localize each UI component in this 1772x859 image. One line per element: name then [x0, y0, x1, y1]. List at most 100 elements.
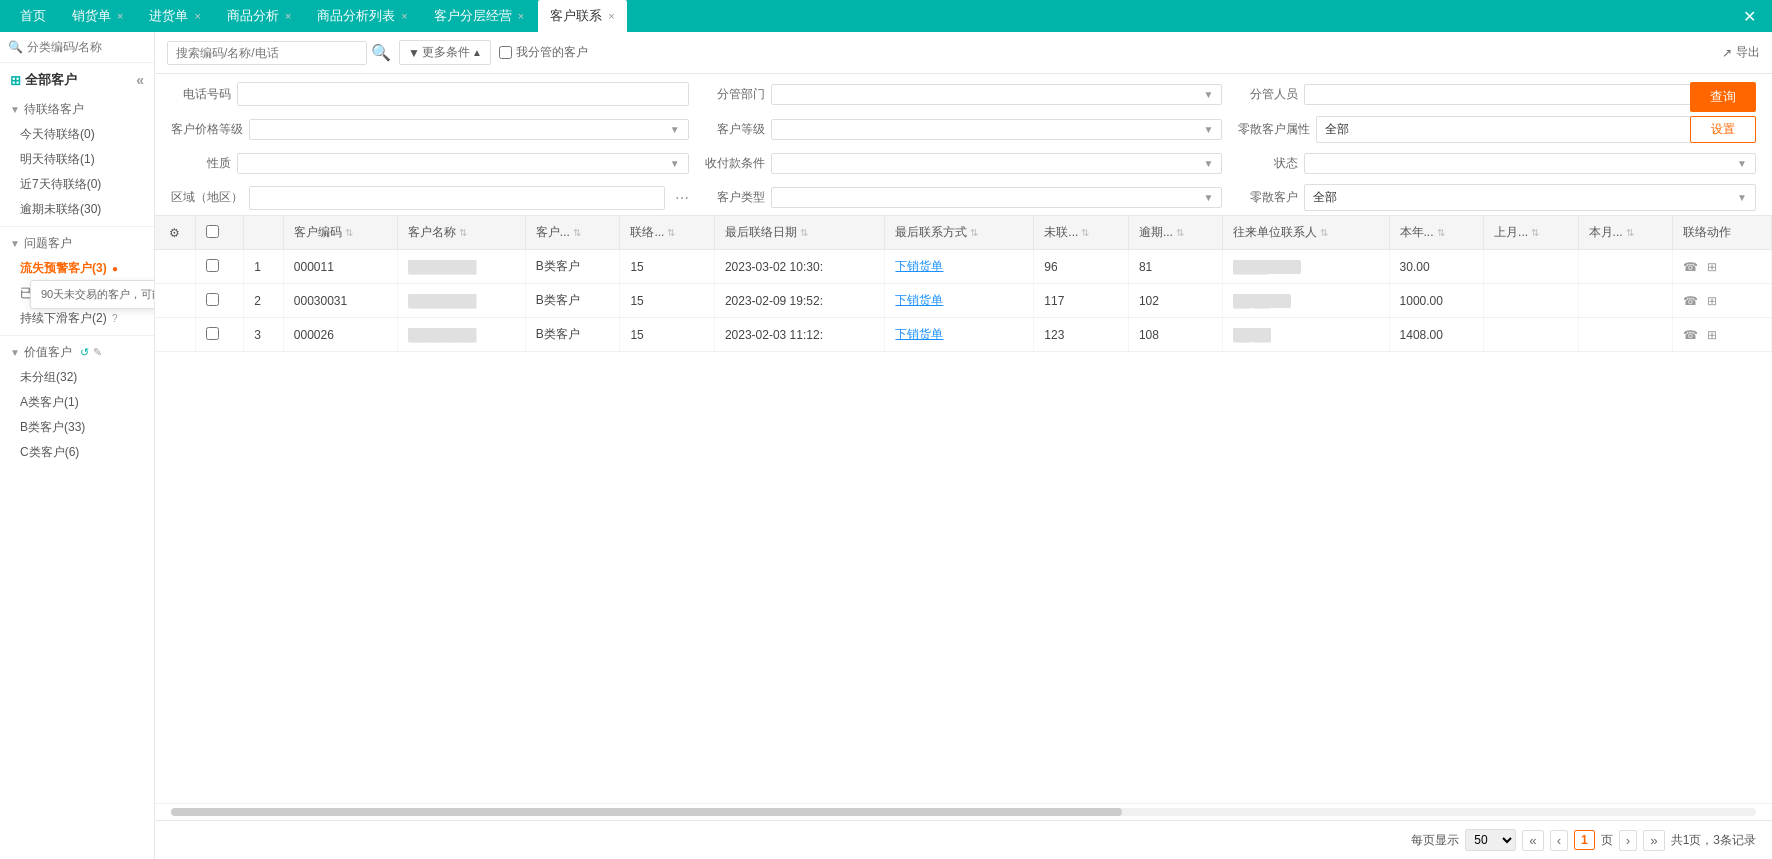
filter-phone-input[interactable] — [237, 82, 689, 106]
tab-purchase-order[interactable]: 进货单 × — [137, 0, 212, 32]
filter-nature: 性质 ▼ — [171, 153, 689, 174]
th-last-month[interactable]: 上月...⇅ — [1484, 216, 1579, 250]
action-grid-icon-2[interactable]: ⊞ — [1707, 328, 1717, 342]
th-settings[interactable]: ⚙ — [155, 216, 195, 250]
filter-price-tier-select[interactable]: ▼ — [249, 119, 689, 140]
filter-status-select[interactable]: ▼ — [1304, 153, 1756, 174]
sidebar-item-today-pending[interactable]: 今天待联络(0) — [0, 122, 154, 147]
td-last-contact-type-2[interactable]: 下销货单 — [885, 318, 1034, 352]
prev-page-btn[interactable]: ‹ — [1550, 830, 1568, 851]
td-overdue-0: 81 — [1128, 250, 1223, 284]
sidebar-search-input[interactable] — [27, 40, 155, 54]
next-page-btn[interactable]: › — [1619, 830, 1637, 851]
th-contact[interactable]: 联络...⇅ — [620, 216, 715, 250]
th-company-contact[interactable]: 往来单位联系人⇅ — [1223, 216, 1389, 250]
per-page-select[interactable]: 50 100 200 — [1465, 829, 1516, 851]
search-input[interactable] — [167, 41, 367, 65]
td-checkbox-2[interactable] — [195, 318, 244, 352]
tab-home[interactable]: 首页 — [8, 0, 58, 32]
sidebar-group-problem[interactable]: ▼ 问题客户 — [0, 231, 154, 256]
th-code[interactable]: 客户编码⇅ — [283, 216, 398, 250]
action-grid-icon-0[interactable]: ⊞ — [1707, 260, 1717, 274]
my-customers-checkbox[interactable] — [499, 46, 512, 59]
close-tab-sales-order[interactable]: × — [117, 10, 123, 22]
th-last-contact-date[interactable]: 最后联络日期⇅ — [714, 216, 885, 250]
close-tab-customer-segmentation[interactable]: × — [518, 10, 524, 22]
tab-product-analysis-list[interactable]: 商品分析列表 × — [305, 0, 419, 32]
filter-status: 状态 ▼ — [1238, 153, 1756, 174]
sidebar-item-declining[interactable]: 持续下滑客户(2) ? — [0, 306, 154, 331]
close-tab-customer-contact[interactable]: × — [608, 10, 614, 22]
last-page-btn[interactable]: » — [1643, 830, 1664, 851]
tab-sales-order[interactable]: 销货单 × — [60, 0, 135, 32]
sidebar-item-churn-warning[interactable]: 流失预警客户(3) ● — [0, 256, 154, 281]
sidebar-item-overdue-pending[interactable]: 逾期未联络(30) — [0, 197, 154, 222]
chevron-down-icon-status: ▼ — [1737, 158, 1747, 169]
filter-nature-select[interactable]: ▼ — [237, 153, 689, 174]
tab-customer-contact[interactable]: 客户联系 × — [538, 0, 626, 32]
edit-icon[interactable]: ✎ — [93, 346, 102, 359]
close-tab-product-analysis[interactable]: × — [285, 10, 291, 22]
td-last-contact-type-0[interactable]: 下销货单 — [885, 250, 1034, 284]
total-info: 共1页，3条记录 — [1671, 832, 1756, 849]
export-btn[interactable]: ↗ 导出 — [1722, 44, 1760, 61]
th-type[interactable]: 客户...⇅ — [525, 216, 620, 250]
td-checkbox-1[interactable] — [195, 284, 244, 318]
chevron-down-icon-payment: ▼ — [1203, 158, 1213, 169]
my-customers-toggle[interactable]: 我分管的客户 — [499, 44, 588, 61]
td-last-month-0 — [1484, 250, 1579, 284]
sidebar-item-ungrouped[interactable]: 未分组(32) — [0, 365, 154, 390]
td-last-month-2 — [1484, 318, 1579, 352]
more-conditions-btn[interactable]: ▼ 更多条件 ▲ — [399, 40, 491, 65]
tab-customer-segmentation[interactable]: 客户分层经营 × — [422, 0, 536, 32]
th-name[interactable]: 客户名称⇅ — [398, 216, 525, 250]
td-name-0: ████████ — [398, 250, 525, 284]
select-all-checkbox[interactable] — [206, 225, 219, 238]
sidebar-group-pending[interactable]: ▼ 待联络客户 — [0, 97, 154, 122]
table-row: 3 000026 ████████ B类客户 15 2023-02-03 11:… — [155, 318, 1772, 352]
sidebar-search-area: 🔍 — [0, 32, 154, 63]
th-this-month[interactable]: 本月...⇅ — [1578, 216, 1673, 250]
sidebar-group-value[interactable]: ▼ 价值客户 ↺ ✎ — [0, 340, 154, 365]
search-button[interactable]: 🔍 — [371, 43, 391, 62]
toolbar: 🔍 ▼ 更多条件 ▲ 我分管的客户 ↗ 导出 — [155, 32, 1772, 74]
action-phone-icon-0[interactable]: ☎ — [1683, 260, 1698, 274]
query-button[interactable]: 查询 — [1690, 82, 1756, 112]
sidebar-item-class-c[interactable]: C类客户(6) — [0, 440, 154, 465]
sidebar-item-7days-pending[interactable]: 近7天待联络(0) — [0, 172, 154, 197]
filter-customer-tier: 客户等级 ▼ — [705, 116, 1223, 143]
filter-region-input[interactable] — [249, 186, 665, 210]
th-overdue[interactable]: 逾期...⇅ — [1128, 216, 1223, 250]
action-grid-icon-1[interactable]: ⊞ — [1707, 294, 1717, 308]
close-tab-product-analysis-list[interactable]: × — [401, 10, 407, 22]
sidebar-collapse-btn[interactable]: « — [136, 72, 144, 88]
settings-button[interactable]: 设置 — [1690, 116, 1756, 143]
td-type-1: B类客户 — [525, 284, 620, 318]
window-close-btn[interactable]: ✕ — [1735, 7, 1764, 26]
td-action-2[interactable]: ☎ ⊞ — [1673, 318, 1772, 352]
filter-manager-select[interactable]: ▼ — [1304, 84, 1732, 105]
td-action-1[interactable]: ☎ ⊞ — [1673, 284, 1772, 318]
td-last-contact-type-1[interactable]: 下销货单 — [885, 284, 1034, 318]
sidebar-item-tomorrow-pending[interactable]: 明天待联络(1) — [0, 147, 154, 172]
filter-customer-tier-select[interactable]: ▼ — [771, 119, 1223, 140]
close-tab-purchase-order[interactable]: × — [194, 10, 200, 22]
filter-dept-select[interactable]: ▼ — [771, 84, 1223, 105]
action-phone-icon-1[interactable]: ☎ — [1683, 294, 1698, 308]
filter-customer-type-select[interactable]: ▼ — [771, 187, 1223, 208]
refresh-icon[interactable]: ↺ — [80, 346, 89, 359]
sidebar-item-class-a[interactable]: A类客户(1) — [0, 390, 154, 415]
filter-retail-customer-select[interactable]: 全部 ▼ — [1304, 184, 1756, 211]
td-action-0[interactable]: ☎ ⊞ — [1673, 250, 1772, 284]
action-phone-icon-2[interactable]: ☎ — [1683, 328, 1698, 342]
td-name-2: ████████ — [398, 318, 525, 352]
sidebar-item-class-b[interactable]: B类客户(33) — [0, 415, 154, 440]
th-not-contacted[interactable]: 未联...⇅ — [1034, 216, 1129, 250]
filter-payment-select[interactable]: ▼ — [771, 153, 1223, 174]
first-page-btn[interactable]: « — [1522, 830, 1543, 851]
th-this-year[interactable]: 本年...⇅ — [1389, 216, 1484, 250]
td-checkbox-0[interactable] — [195, 250, 244, 284]
th-last-contact-type[interactable]: 最后联系方式⇅ — [885, 216, 1034, 250]
tab-product-analysis[interactable]: 商品分析 × — [215, 0, 303, 32]
filter-region-dots[interactable]: ⋯ — [675, 190, 689, 206]
